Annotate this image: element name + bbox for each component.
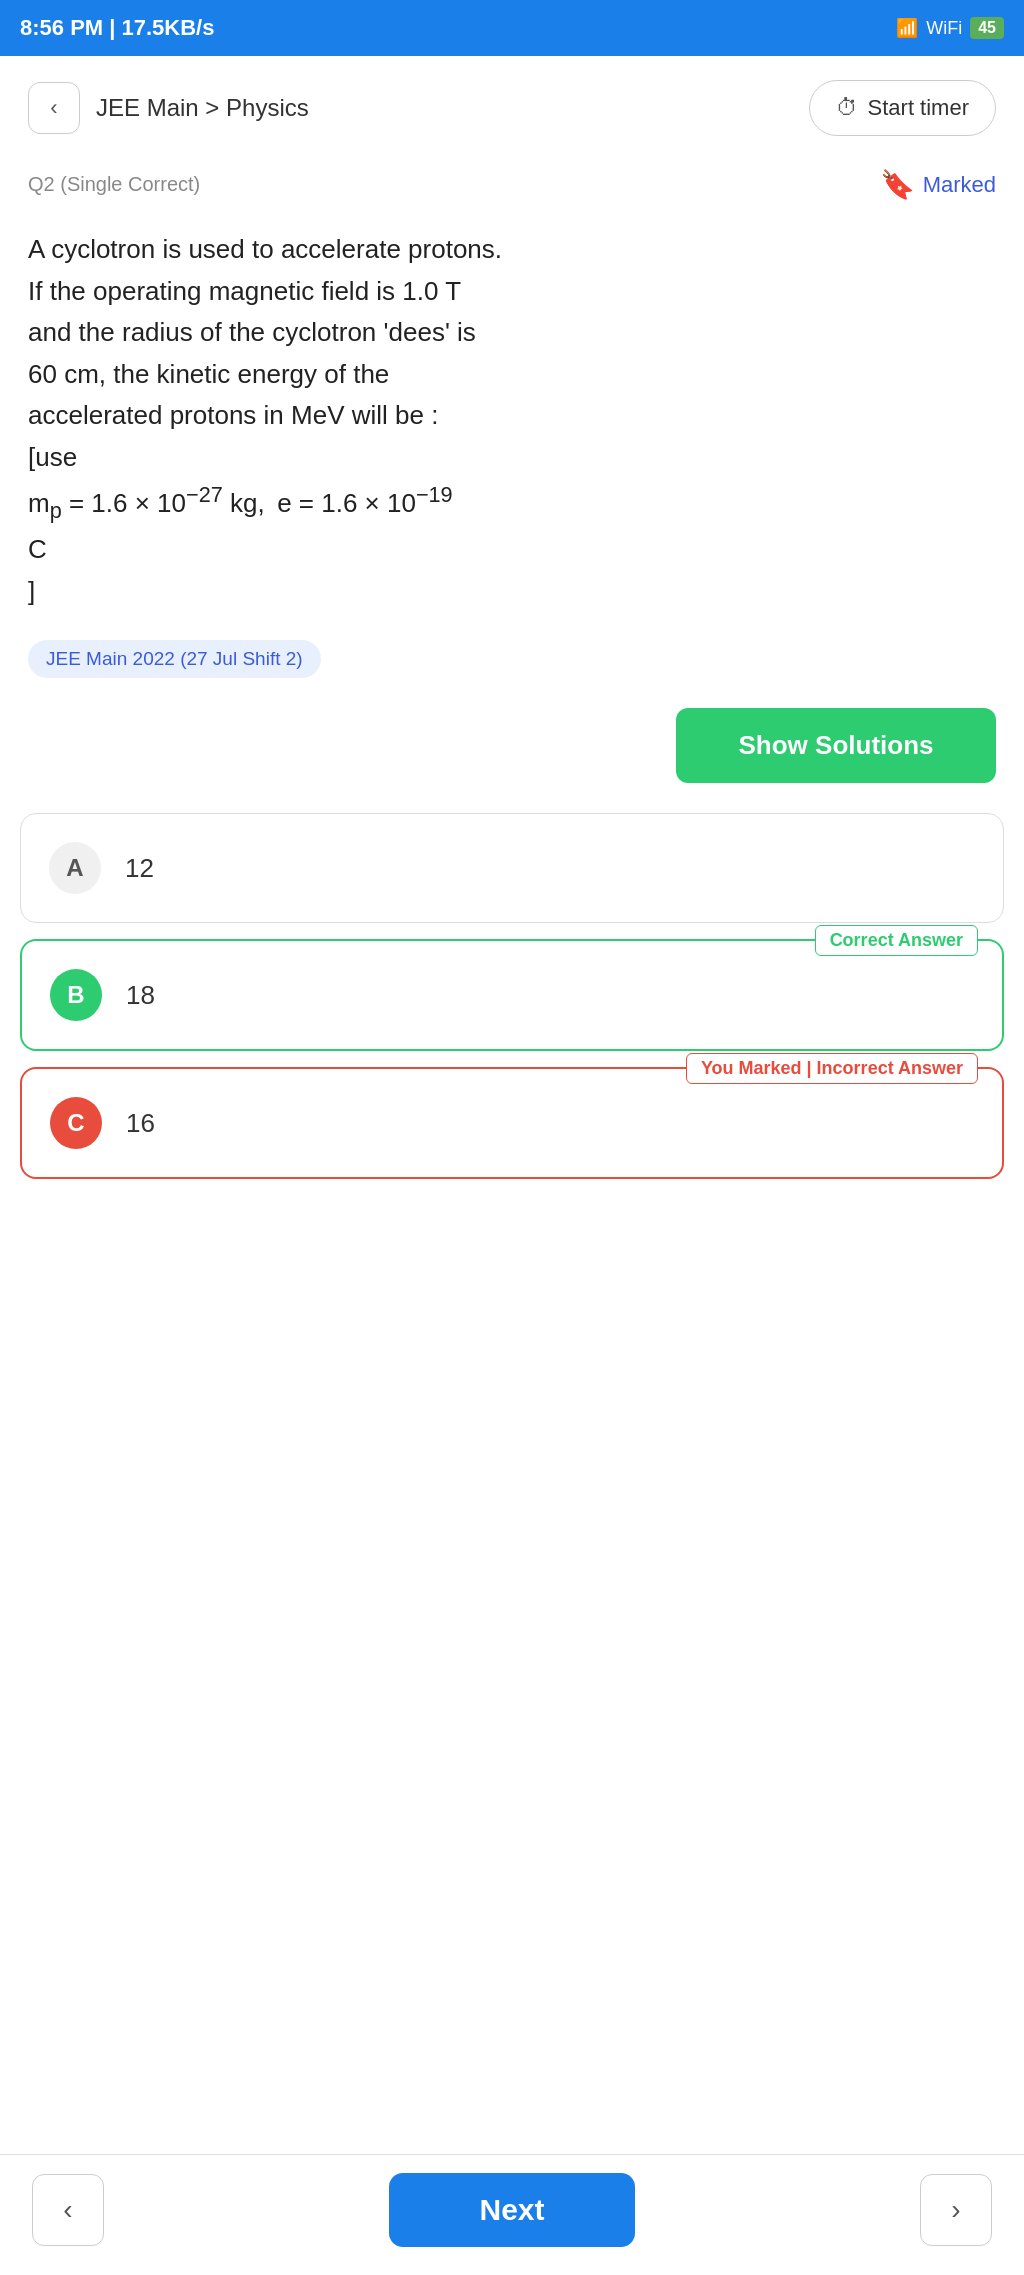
option-b-card[interactable]: Correct Answer B 18 (20, 939, 1004, 1051)
back-button[interactable]: ‹ (28, 82, 80, 134)
q-line4: 60 cm, the kinetic energy of the (28, 359, 389, 389)
show-solutions-button[interactable]: Show Solutions (676, 708, 996, 783)
question-text: A cyclotron is used to accelerate proton… (28, 229, 996, 612)
next-arrow-icon: › (951, 2194, 960, 2226)
q-line3: and the radius of the cyclotron 'dees' i… (28, 317, 476, 347)
marked-button[interactable]: 🔖 Marked (880, 168, 996, 201)
nav-left: ‹ JEE Main > Physics (28, 82, 309, 134)
back-icon: ‹ (50, 95, 57, 121)
prev-arrow-icon: ‹ (63, 2194, 72, 2226)
battery-badge: 45 (970, 17, 1004, 39)
q-formula: mp = 1.6 × 10−27 kg, e = 1.6 × 10−19 (28, 488, 453, 518)
main-content: ‹ JEE Main > Physics ⏱ Start timer Q2 (S… (0, 56, 1024, 2275)
question-label: Q2 (Single Correct) (28, 173, 200, 196)
q-line6: [use (28, 442, 77, 472)
option-a-card[interactable]: A 12 (20, 813, 1004, 923)
timer-icon: ⏱ (836, 95, 858, 121)
option-a-text: 12 (125, 853, 154, 884)
show-solutions-wrap: Show Solutions (0, 698, 1024, 813)
question-meta: Q2 (Single Correct) 🔖 Marked (0, 160, 1024, 217)
option-c-card[interactable]: You Marked | Incorrect Answer C 16 (20, 1067, 1004, 1179)
option-b-circle: B (50, 969, 102, 1021)
q-line5: accelerated protons in MeV will be : (28, 400, 438, 430)
tag-chip: JEE Main 2022 (27 Jul Shift 2) (28, 640, 321, 678)
incorrect-answer-badge: You Marked | Incorrect Answer (686, 1053, 978, 1084)
options-container: A 12 Correct Answer B 18 You Marked | In… (0, 813, 1024, 1179)
q-line7: C (28, 534, 47, 564)
question-tag: JEE Main 2022 (27 Jul Shift 2) (28, 640, 996, 678)
q-line2: If the operating magnetic field is 1.0 T (28, 276, 461, 306)
option-b-text: 18 (126, 980, 155, 1011)
bottom-nav: ‹ Next › (0, 2154, 1024, 2275)
timer-label: Start timer (868, 95, 969, 121)
status-icons: 📶 WiFi 45 (896, 17, 1004, 39)
option-c-text: 16 (126, 1108, 155, 1139)
correct-answer-badge: Correct Answer (815, 925, 978, 956)
question-body: A cyclotron is used to accelerate proton… (0, 217, 1024, 632)
q-line1: A cyclotron is used to accelerate proton… (28, 234, 502, 264)
signal-icon: 📶 (896, 17, 918, 39)
status-time: 8:56 PM | 17.5KB/s (20, 15, 214, 41)
option-a-circle: A (49, 842, 101, 894)
next-button[interactable]: Next (389, 2173, 634, 2247)
prev-button[interactable]: ‹ (32, 2174, 104, 2246)
breadcrumb: JEE Main > Physics (96, 94, 309, 122)
q-line8: ] (28, 576, 35, 606)
start-timer-button[interactable]: ⏱ Start timer (809, 80, 996, 136)
bookmark-icon: 🔖 (880, 168, 915, 201)
option-c-circle: C (50, 1097, 102, 1149)
wifi-icon: WiFi (926, 18, 962, 39)
status-bar: 8:56 PM | 17.5KB/s 📶 WiFi 45 (0, 0, 1024, 56)
header-nav: ‹ JEE Main > Physics ⏱ Start timer (0, 56, 1024, 160)
marked-label: Marked (923, 172, 996, 198)
next-arrow-button[interactable]: › (920, 2174, 992, 2246)
